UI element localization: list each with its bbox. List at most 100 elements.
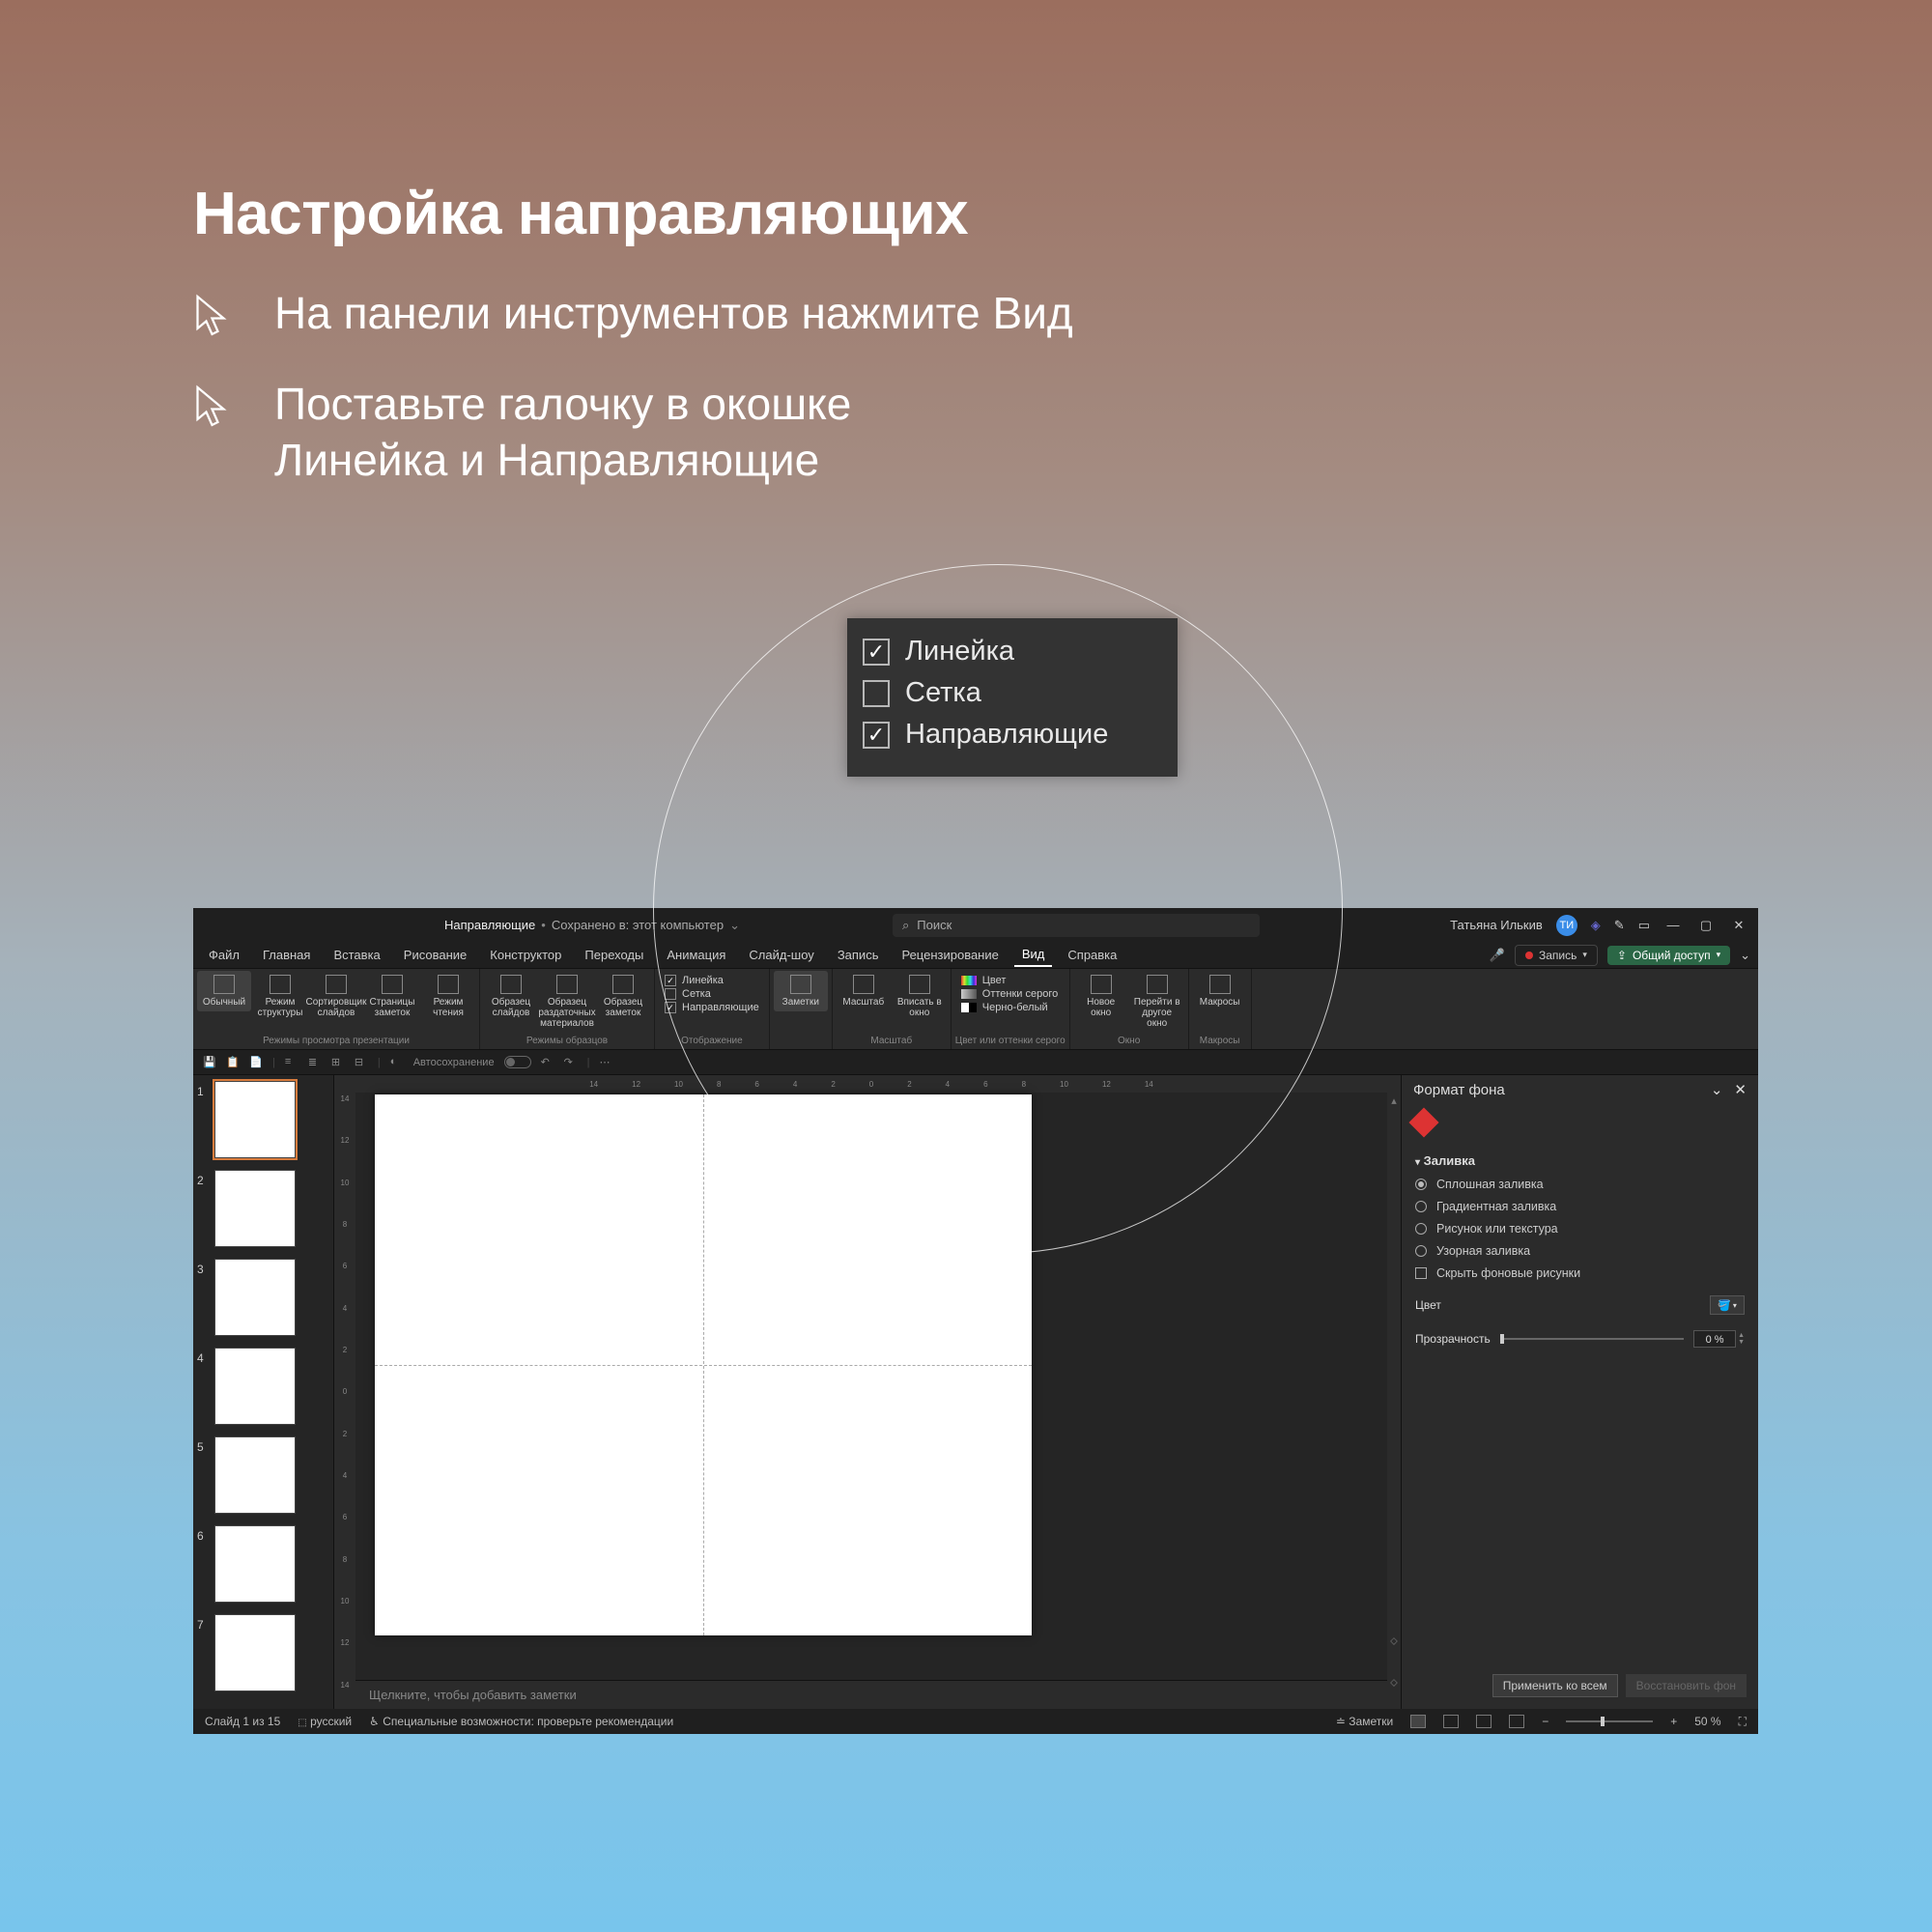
ribbon-button[interactable]: Режим структуры [253, 971, 307, 1022]
autosave-toggle[interactable] [504, 1056, 531, 1068]
prev-slide-icon[interactable]: ⬦ [1390, 1635, 1398, 1648]
apply-all-button[interactable]: Применить ко всем [1492, 1674, 1618, 1697]
color-picker[interactable]: 🪣 ▾ [1710, 1295, 1745, 1315]
pen-icon[interactable]: ✎ [1614, 918, 1625, 933]
fill-option[interactable]: Узорная заливка [1415, 1244, 1745, 1258]
ribbon-button[interactable]: Перейти в другое окно [1130, 971, 1184, 1033]
radio-icon[interactable] [1415, 1245, 1427, 1257]
fit-window-icon[interactable]: ⛶ [1739, 1715, 1747, 1729]
checkbox-icon[interactable] [1415, 1267, 1427, 1279]
vertical-scrollbar[interactable]: ▴ ⬦ ⬦ [1387, 1075, 1401, 1709]
ribbon-button[interactable]: Масштаб [837, 971, 891, 1011]
shapes-icon[interactable]: ◐ [390, 1056, 404, 1069]
thumbnail[interactable]: 6 [197, 1525, 329, 1603]
tab-Переходы[interactable]: Переходы [577, 944, 651, 966]
fill-option[interactable]: Рисунок или текстура [1415, 1222, 1745, 1236]
transparency-slider[interactable] [1500, 1338, 1684, 1340]
close-icon[interactable]: ✕ [1734, 1081, 1747, 1098]
accessibility-button[interactable]: ♿︎ Специальные возможности: проверьте ре… [369, 1715, 673, 1728]
zoom-out-icon[interactable]: − [1542, 1715, 1548, 1728]
checkbox-icon[interactable]: ✓ [665, 975, 676, 986]
align-left-icon[interactable]: ≡ [285, 1056, 298, 1069]
show-checkbox[interactable]: ✓Линейка [665, 975, 759, 986]
thumbnail-image[interactable] [214, 1081, 296, 1158]
thumbnail[interactable]: 7 [197, 1614, 329, 1691]
align-icon[interactable]: ⊞ [331, 1056, 345, 1069]
restore-button[interactable]: Восстановить фон [1626, 1674, 1747, 1697]
avatar[interactable]: ТИ [1556, 915, 1577, 936]
callout-ruler[interactable]: ✓ Линейка [863, 636, 1162, 668]
diamond-icon[interactable]: ◈ [1591, 918, 1601, 933]
show-checkbox[interactable]: ✓Направляющие [665, 1002, 759, 1013]
thumbnail-image[interactable] [214, 1348, 296, 1425]
tab-Главная[interactable]: Главная [255, 944, 318, 966]
macros-button[interactable]: Макросы [1193, 971, 1247, 1011]
checkbox-icon[interactable]: ✓ [863, 639, 890, 666]
transparency-value[interactable]: 0 % [1693, 1330, 1736, 1348]
notes-bar[interactable]: Щелкните, чтобы добавить заметки [355, 1680, 1387, 1709]
checkbox-icon[interactable] [863, 680, 890, 707]
checkbox-icon[interactable]: ✓ [863, 722, 890, 749]
ribbon-button[interactable]: Новое окно [1074, 971, 1128, 1022]
color-mode-option[interactable]: Оттенки серого [961, 988, 1058, 1000]
notes-toggle[interactable]: ≐ Заметки [1336, 1715, 1393, 1728]
checkbox-icon[interactable] [665, 988, 676, 1000]
callout-guides[interactable]: ✓ Направляющие [863, 719, 1162, 751]
thumbnail[interactable]: 3 [197, 1259, 329, 1336]
ribbon-button[interactable]: Страницы заметок [365, 971, 419, 1022]
align-center-icon[interactable]: ≣ [308, 1056, 322, 1069]
thumbnail-image[interactable] [214, 1614, 296, 1691]
color-mode-option[interactable]: Черно-белый [961, 1002, 1058, 1013]
hide-backgrounds-check[interactable]: Скрыть фоновые рисунки [1415, 1266, 1745, 1280]
paint-bucket-icon[interactable] [1408, 1107, 1438, 1137]
fill-option[interactable]: Градиентная заливка [1415, 1200, 1745, 1213]
tab-Рецензирование[interactable]: Рецензирование [894, 944, 1006, 966]
next-slide-icon[interactable]: ⬦ [1390, 1677, 1398, 1690]
tab-Файл[interactable]: Файл [201, 944, 247, 966]
tab-Вставка[interactable]: Вставка [326, 944, 387, 966]
tab-Запись[interactable]: Запись [830, 944, 887, 966]
slide-canvas[interactable] [375, 1094, 1032, 1635]
thumbnail[interactable]: 2 [197, 1170, 329, 1247]
ribbon-button[interactable]: Образец раздаточных материалов [540, 971, 594, 1033]
sorter-view-icon[interactable] [1443, 1715, 1459, 1728]
ribbon-button[interactable]: Режим чтения [421, 971, 475, 1022]
show-checkbox[interactable]: Сетка [665, 988, 759, 1000]
thumbnail[interactable]: 1 [197, 1081, 329, 1158]
ribbon-button[interactable]: Сортировщик слайдов [309, 971, 363, 1022]
undo-icon[interactable]: ↶ [541, 1056, 554, 1069]
minimize-button[interactable]: — [1663, 918, 1683, 932]
thumbnail[interactable]: 5 [197, 1436, 329, 1514]
tab-Анимация[interactable]: Анимация [659, 944, 733, 966]
chevron-down-icon[interactable]: ⌄ [1711, 1081, 1723, 1098]
checkbox-icon[interactable]: ✓ [665, 1002, 676, 1013]
ribbon-button[interactable]: Вписать в окно [893, 971, 947, 1022]
radio-icon[interactable] [1415, 1179, 1427, 1190]
color-mode-option[interactable]: Цвет [961, 975, 1058, 986]
stepper-up-icon[interactable]: ▲ [1738, 1332, 1745, 1339]
thumbnail-image[interactable] [214, 1525, 296, 1603]
fill-option[interactable]: Сплошная заливка [1415, 1178, 1745, 1191]
align-icon[interactable]: ⊟ [355, 1056, 368, 1069]
reading-view-icon[interactable] [1476, 1715, 1492, 1728]
search-input[interactable]: ⌕ Поиск [893, 914, 1260, 937]
notes-button[interactable]: Заметки [774, 971, 828, 1011]
save-icon[interactable]: 💾 [203, 1056, 216, 1069]
close-button[interactable]: ✕ [1729, 918, 1748, 933]
chevron-down-icon[interactable]: ⌄ [729, 918, 740, 933]
tab-Конструктор[interactable]: Конструктор [482, 944, 569, 966]
redo-icon[interactable]: ↷ [564, 1056, 578, 1069]
thumbnail-image[interactable] [214, 1259, 296, 1336]
radio-icon[interactable] [1415, 1201, 1427, 1212]
thumbnail-image[interactable] [214, 1170, 296, 1247]
microphone-icon[interactable]: 🎤 [1490, 948, 1505, 963]
callout-grid[interactable]: Сетка [863, 677, 1162, 709]
tab-Вид[interactable]: Вид [1014, 943, 1053, 967]
tab-Рисование[interactable]: Рисование [396, 944, 474, 966]
clone-icon[interactable]: 📄 [249, 1056, 263, 1069]
up-arrow-icon[interactable]: ▴ [1391, 1094, 1397, 1107]
ribbon-button[interactable]: Образец слайдов [484, 971, 538, 1022]
language-button[interactable]: ⬚ русский [298, 1715, 352, 1728]
share-button[interactable]: ⇪ Общий доступ ▾ [1607, 946, 1730, 965]
maximize-button[interactable]: ▢ [1696, 918, 1716, 933]
